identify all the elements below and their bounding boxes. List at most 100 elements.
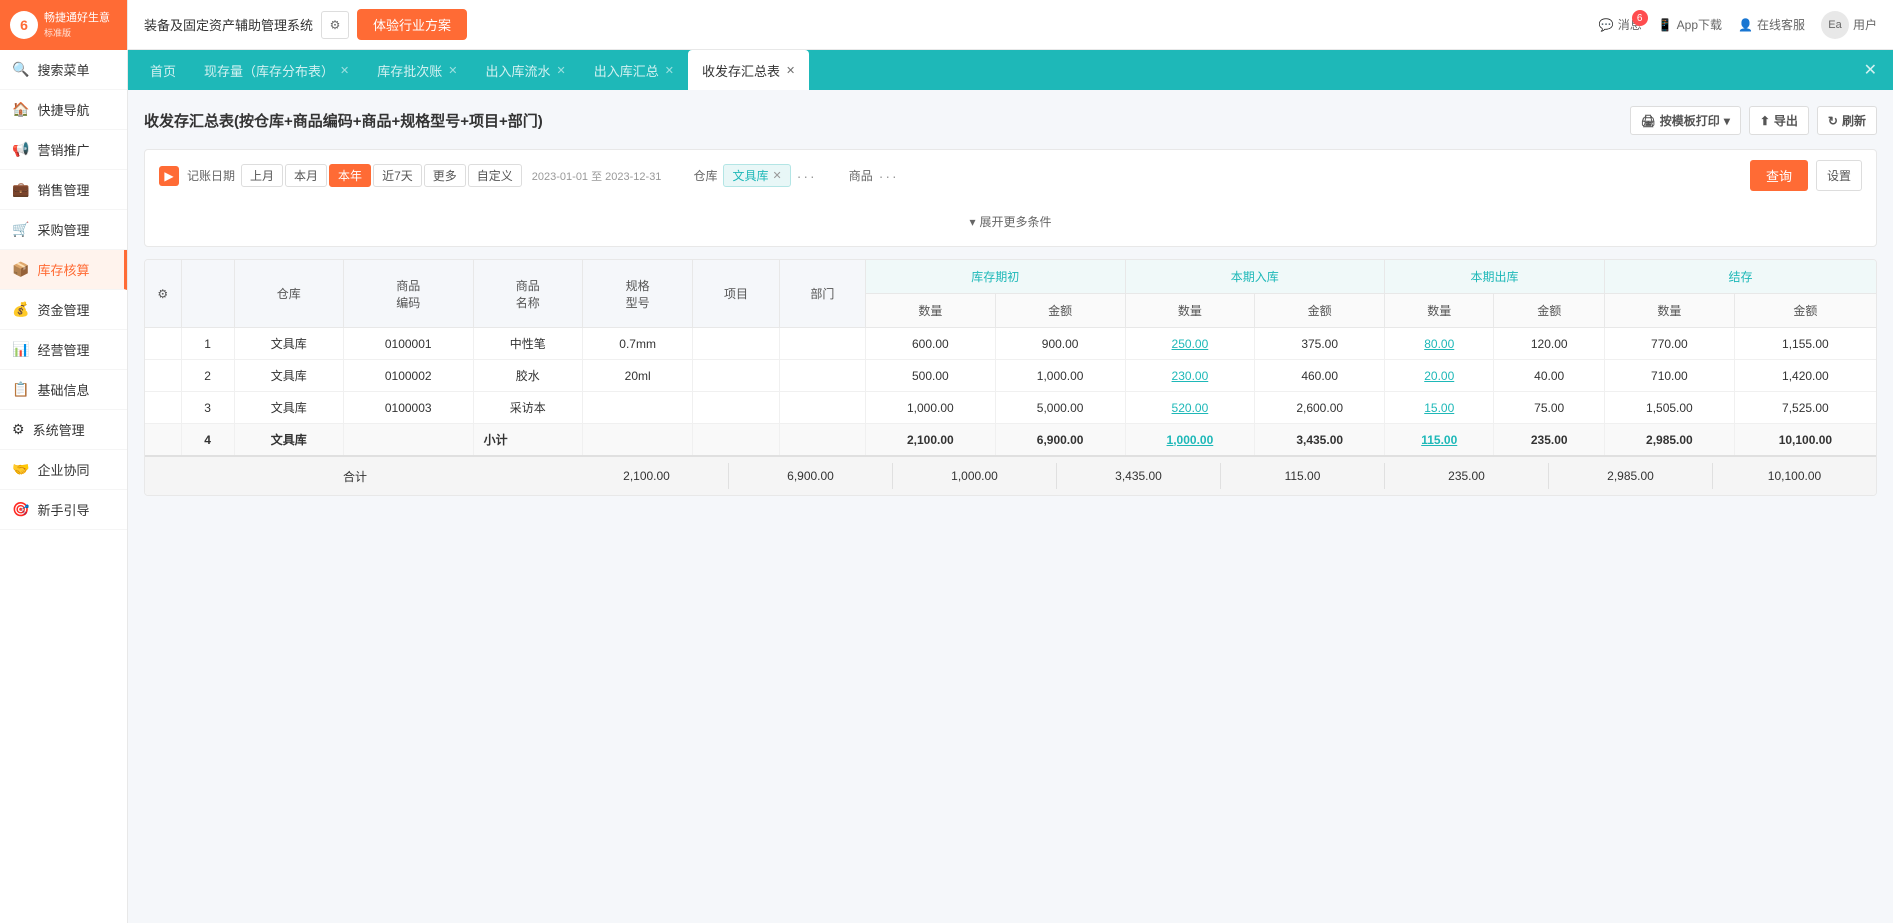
export-icon: ⬆ [1760, 114, 1770, 128]
th-settings[interactable]: ⚙ [145, 260, 181, 328]
warehouse-filter-tag[interactable]: 文具库 ✕ [723, 164, 790, 187]
row-out-qty[interactable]: 15.00 [1385, 392, 1494, 424]
row-out-qty[interactable]: 20.00 [1385, 360, 1494, 392]
online-service-action[interactable]: 👤 在线客服 [1738, 16, 1805, 33]
row-balance-amt: 1,155.00 [1734, 328, 1876, 360]
footer-in-amt: 3,435.00 [1057, 463, 1221, 489]
table-row: 3 文具库 0100003 采访本 1,000.00 5,000.00 520.… [145, 392, 1876, 424]
warehouse-tag-close[interactable]: ✕ [772, 169, 781, 182]
date-btn-7days[interactable]: 近7天 [373, 164, 422, 187]
data-table: ⚙ 仓库 商品编码 商品名称 规格型号 项目 部门 库存期初 本期入库 本期出库… [145, 260, 1876, 455]
goods-filter-dots[interactable]: ··· [879, 168, 899, 184]
user-action[interactable]: Ea 用户 [1821, 11, 1877, 39]
row-opening-amt: 6,900.00 [995, 424, 1125, 456]
sidebar-item-operations[interactable]: 📊经营管理 [0, 330, 127, 370]
row-out-qty[interactable]: 115.00 [1385, 424, 1494, 456]
row-opening-qty: 2,100.00 [865, 424, 995, 456]
row-in-amt: 375.00 [1255, 328, 1385, 360]
logo-title: 畅捷通好生意 [44, 11, 110, 25]
row-goods-spec [582, 392, 693, 424]
tab-stock-dist[interactable]: 现存量（库存分布表）✕ [190, 50, 363, 90]
th-row-num [181, 260, 234, 328]
data-table-wrapper: ⚙ 仓库 商品编码 商品名称 规格型号 项目 部门 库存期初 本期入库 本期出库… [144, 259, 1877, 496]
warehouse-tag-text: 文具库 [732, 167, 768, 184]
row-dept [779, 392, 865, 424]
sidebar-item-purchase[interactable]: 🛒采购管理 [0, 210, 127, 250]
page-title-bar: 收发存汇总表(按仓库+商品编码+商品+规格型号+项目+部门) 🖨 按模板打印 ▾… [144, 106, 1877, 135]
tab-label: 收发存汇总表 [702, 61, 780, 80]
expand-down-icon: ▾ [969, 215, 975, 229]
warehouse-filter-label: 仓库 [693, 167, 717, 184]
tab-home[interactable]: 首页 [136, 50, 190, 90]
sidebar-item-marketing[interactable]: 📢营销推广 [0, 130, 127, 170]
row-balance-qty: 770.00 [1604, 328, 1734, 360]
row-in-qty[interactable]: 520.00 [1125, 392, 1255, 424]
print-button[interactable]: 🖨 按模板打印 ▾ [1630, 106, 1741, 135]
sidebar-item-quick[interactable]: 🏠快捷导航 [0, 90, 127, 130]
sidebar-item-search[interactable]: 🔍搜索菜单 [0, 50, 127, 90]
quick-icon: 🏠 [12, 101, 29, 118]
row-goods-name: 胶水 [473, 360, 582, 392]
tab-close-stock-dist[interactable]: ✕ [340, 64, 349, 77]
tab-recv-send[interactable]: 收发存汇总表 ✕ [688, 50, 809, 90]
tab-close-inout-flow[interactable]: ✕ [557, 64, 566, 77]
row-num: 1 [181, 328, 234, 360]
settings-button[interactable]: ⚙ [321, 11, 349, 39]
expand-more-row[interactable]: ▾ 展开更多条件 [159, 207, 1862, 236]
marketing-icon: 📢 [12, 141, 29, 158]
print-dropdown-icon: ▾ [1724, 114, 1730, 128]
row-warehouse: 文具库 [234, 328, 343, 360]
trial-button[interactable]: 体验行业方案 [357, 9, 467, 40]
tab-bar-close[interactable]: ✕ [1856, 56, 1885, 84]
row-in-qty[interactable]: 250.00 [1125, 328, 1255, 360]
sidebar-item-enterprise[interactable]: 🤝企业协同 [0, 450, 127, 490]
sidebar-item-inventory[interactable]: 📦库存核算 [0, 250, 127, 290]
footer-opening-qty: 2,100.00 [565, 463, 729, 489]
tab-inout-summary[interactable]: 出入库汇总✕ [580, 50, 688, 90]
filter-expand-icon[interactable]: ▶ [159, 166, 179, 186]
th-dept: 部门 [779, 260, 865, 328]
user-label: 用户 [1853, 16, 1877, 33]
sidebar-item-newbie[interactable]: 🎯新手引导 [0, 490, 127, 530]
tab-close-batch[interactable]: ✕ [448, 64, 457, 77]
message-action[interactable]: 💬 消息 6 [1599, 16, 1642, 33]
footer-cells: 2,100.00 6,900.00 1,000.00 3,435.00 115.… [565, 463, 1876, 489]
tab-close-recv-send[interactable]: ✕ [786, 64, 795, 77]
search-icon: 🔍 [12, 61, 29, 78]
row-warehouse: 文具库 [234, 360, 343, 392]
sidebar-item-basic[interactable]: 📋基础信息 [0, 370, 127, 410]
row-opening-qty: 600.00 [865, 328, 995, 360]
row-in-qty[interactable]: 1,000.00 [1125, 424, 1255, 456]
refresh-button[interactable]: ↻ 刷新 [1817, 106, 1877, 135]
sidebar-item-system[interactable]: ⚙系统管理 [0, 410, 127, 450]
sidebar-item-finance[interactable]: 💰资金管理 [0, 290, 127, 330]
settings-btn[interactable]: 设置 [1816, 160, 1862, 191]
row-project [693, 392, 779, 424]
export-button[interactable]: ⬆ 导出 [1749, 106, 1809, 135]
tab-batch[interactable]: 库存批次账✕ [363, 50, 471, 90]
sidebar-item-sales[interactable]: 💼销售管理 [0, 170, 127, 210]
table-row: 4 文具库 小计 2,100.00 6,900.00 1,000.00 3,43… [145, 424, 1876, 456]
sidebar-item-label: 系统管理 [33, 420, 85, 439]
row-project [693, 328, 779, 360]
date-btn-more[interactable]: 更多 [424, 164, 466, 187]
basic-icon: 📋 [12, 381, 29, 398]
warehouse-filter-dots[interactable]: ··· [797, 168, 817, 184]
tab-inout-flow[interactable]: 出入库流水✕ [471, 50, 579, 90]
query-button[interactable]: 查询 [1750, 160, 1808, 191]
footer-balance-qty: 2,985.00 [1549, 463, 1713, 489]
filter-action-buttons: 查询 设置 [1750, 160, 1862, 191]
row-in-qty[interactable]: 230.00 [1125, 360, 1255, 392]
date-btn-custom[interactable]: 自定义 [468, 164, 522, 187]
row-goods-spec: 20ml [582, 360, 693, 392]
tab-close-inout-summary[interactable]: ✕ [665, 64, 674, 77]
date-btn-this-month[interactable]: 本月 [285, 164, 327, 187]
date-btn-this-year[interactable]: 本年 [329, 164, 371, 187]
th-group-in: 本期入库 [1125, 260, 1385, 294]
message-badge: 6 [1632, 10, 1648, 26]
app-download-action[interactable]: 📱 App下载 [1658, 16, 1722, 33]
date-btn-prev-month[interactable]: 上月 [241, 164, 283, 187]
date-range-display: 2023-01-01 至 2023-12-31 [532, 168, 662, 184]
row-out-qty[interactable]: 80.00 [1385, 328, 1494, 360]
footer-out-qty: 115.00 [1221, 463, 1385, 489]
